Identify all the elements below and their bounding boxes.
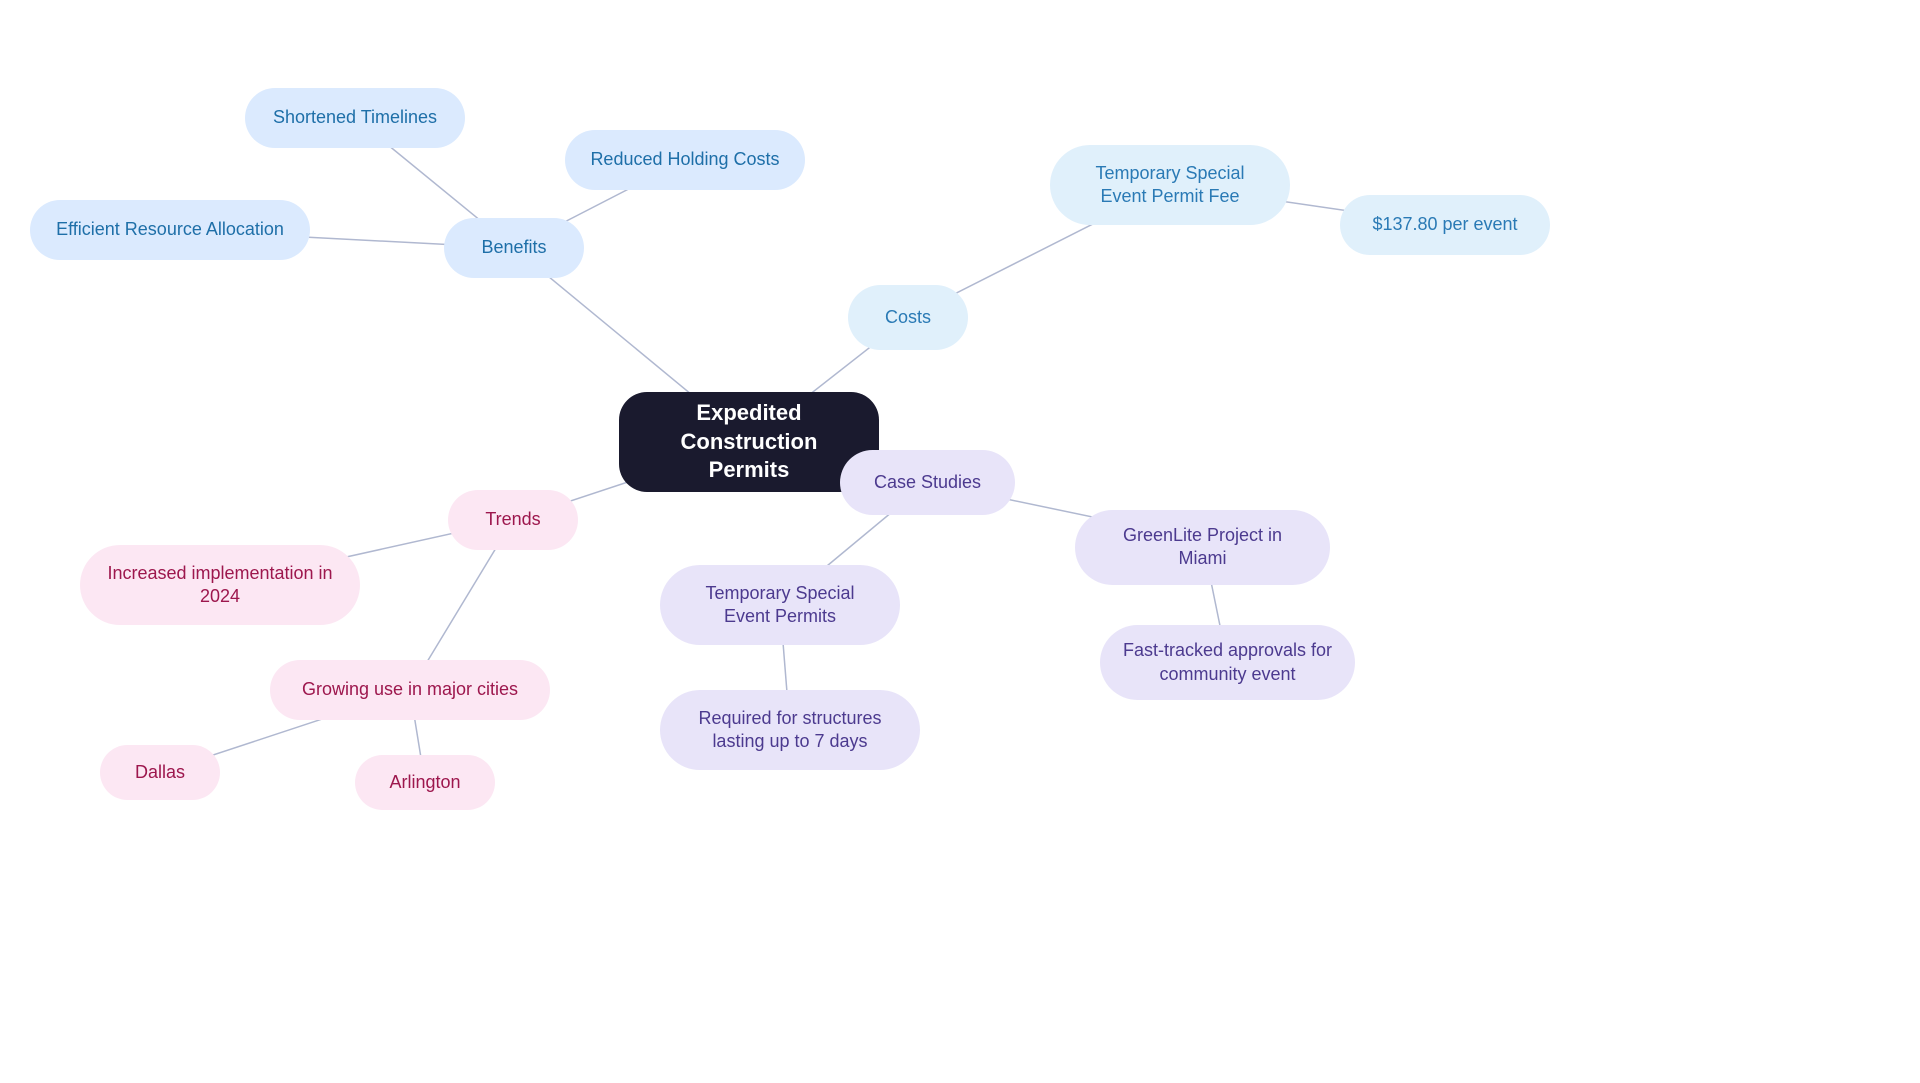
connection-lines [0, 0, 1920, 1083]
node-casestudies: Case Studies [840, 450, 1015, 515]
node-arlington: Arlington [355, 755, 495, 810]
node-required: Required for structures lasting up to 7 … [660, 690, 920, 770]
node-tempfee: Temporary Special Event Permit Fee [1050, 145, 1290, 225]
node-reduced: Reduced Holding Costs [565, 130, 805, 190]
node-fasttracked: Fast-tracked approvals for community eve… [1100, 625, 1355, 700]
node-increased: Increased implementation in 2024 [80, 545, 360, 625]
node-tempspecial: Temporary Special Event Permits [660, 565, 900, 645]
node-greenlite: GreenLite Project in Miami [1075, 510, 1330, 585]
node-shortened: Shortened Timelines [245, 88, 465, 148]
node-efficient: Efficient Resource Allocation [30, 200, 310, 260]
node-trends: Trends [448, 490, 578, 550]
node-price: $137.80 per event [1340, 195, 1550, 255]
mindmap-container: Expedited Construction PermitsBenefitsSh… [0, 0, 1920, 1083]
node-dallas: Dallas [100, 745, 220, 800]
node-benefits: Benefits [444, 218, 584, 278]
node-growing: Growing use in major cities [270, 660, 550, 720]
node-costs: Costs [848, 285, 968, 350]
